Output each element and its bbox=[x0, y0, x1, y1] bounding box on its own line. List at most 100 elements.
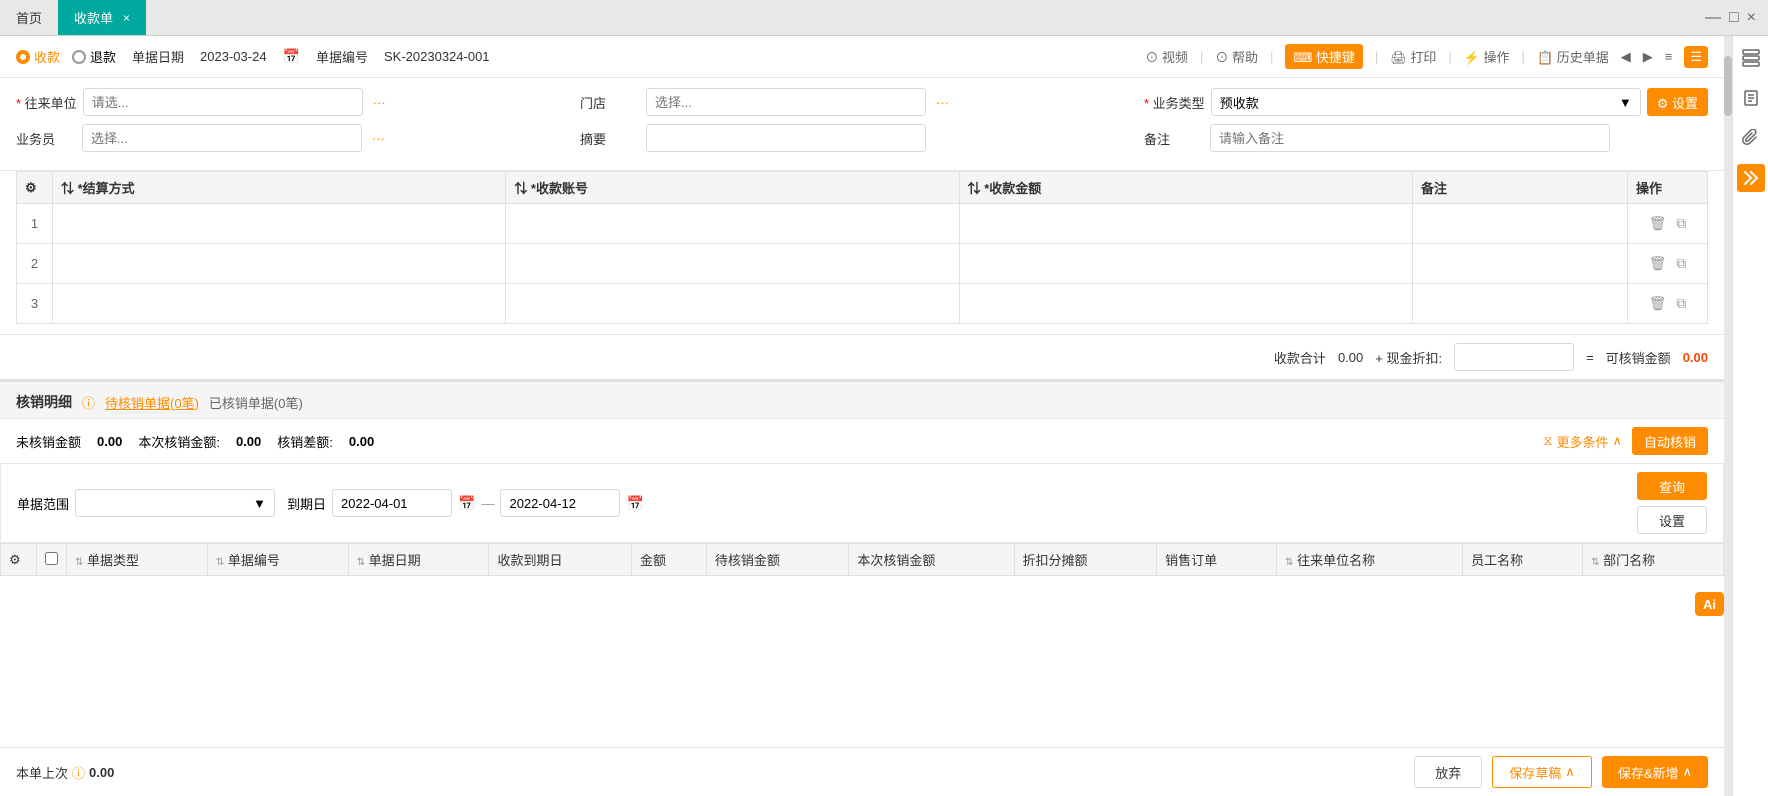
scrollbar-thumb[interactable] bbox=[1724, 56, 1732, 116]
chevron-down-icon: ▼ bbox=[1619, 95, 1632, 110]
sidebar-table-icon[interactable] bbox=[1737, 44, 1765, 72]
copy-icon-3[interactable]: ⧉ bbox=[1676, 295, 1686, 311]
done-tab[interactable]: 已核销单据(0笔) bbox=[209, 393, 303, 412]
store-input[interactable] bbox=[646, 88, 926, 116]
filter-settings-btn[interactable]: 设置 bbox=[1637, 506, 1707, 534]
window-close-icon[interactable]: × bbox=[1747, 9, 1756, 27]
form-fields: * 往来单位 ··· 门店 ··· * 业务类型 预收款 ▼ ⚙ 设置 业务员 bbox=[0, 78, 1724, 171]
amount-cell-2[interactable] bbox=[959, 244, 1412, 284]
sidebar-expand-icon[interactable] bbox=[1737, 164, 1765, 192]
col-discount: 折扣分摊额 bbox=[1014, 544, 1157, 576]
tab-active[interactable]: 收款单 × bbox=[58, 0, 146, 35]
sidebar-doc-icon[interactable] bbox=[1737, 84, 1765, 112]
grid-view-icon[interactable]: ☰ bbox=[1684, 46, 1708, 68]
video-btn[interactable]: ⊙ 视频 bbox=[1145, 47, 1188, 66]
bottom-checkbox-col[interactable] bbox=[37, 544, 67, 576]
account-cell-2[interactable] bbox=[506, 244, 959, 284]
bottom-table-settings[interactable]: ⚙ bbox=[1, 544, 37, 576]
col-sales-order: 销售订单 bbox=[1157, 544, 1277, 576]
summary-input[interactable] bbox=[646, 124, 926, 152]
date-to-input[interactable] bbox=[500, 489, 620, 517]
draft-button[interactable]: 保存草稿 ∧ bbox=[1492, 756, 1592, 788]
tab-close-icon[interactable]: × bbox=[123, 11, 130, 25]
row-num-3: 3 bbox=[17, 284, 53, 324]
store-more-btn[interactable]: ··· bbox=[932, 95, 953, 110]
remark-cell-2[interactable] bbox=[1412, 244, 1627, 284]
employee-input[interactable] bbox=[82, 124, 362, 152]
list-view-icon[interactable]: ≡ bbox=[1665, 49, 1673, 64]
delete-icon-1[interactable]: 🗑 bbox=[1649, 215, 1667, 231]
copy-icon-2[interactable]: ⧉ bbox=[1676, 255, 1686, 271]
footer-label: 本单上次 bbox=[16, 763, 68, 782]
employee-more-btn[interactable]: ··· bbox=[368, 131, 389, 146]
filter-icon: ⧖ bbox=[1543, 433, 1552, 449]
amount-cell-1[interactable] bbox=[959, 204, 1412, 244]
table-row: 2 🗑 ⧉ bbox=[17, 244, 1708, 284]
minimize-icon[interactable]: — bbox=[1705, 9, 1721, 27]
help-btn[interactable]: ⊙ 帮助 bbox=[1215, 47, 1258, 66]
account-cell-3[interactable] bbox=[506, 284, 959, 324]
business-type-select[interactable]: 预收款 ▼ bbox=[1211, 88, 1641, 116]
settlement-cell-1[interactable] bbox=[53, 204, 506, 244]
tab-home-label: 首页 bbox=[16, 8, 42, 27]
more-filters-btn[interactable]: ⧖ 更多条件 ∧ bbox=[1543, 432, 1622, 451]
pending-tab[interactable]: 待核销单据(0笔) bbox=[105, 393, 199, 412]
diff-value: 0.00 bbox=[349, 434, 374, 449]
col-dept-name: ⇅ 部门名称 bbox=[1583, 544, 1724, 576]
reconciliation-info-icon[interactable]: ⓘ bbox=[82, 393, 95, 412]
date-range-section: 单据范围 ▼ 到期日 📅 — 📅 查询 设置 bbox=[0, 463, 1724, 543]
radio-refund[interactable]: 退款 bbox=[72, 47, 116, 66]
remark-input[interactable] bbox=[1210, 124, 1610, 152]
remark-field: 备注 bbox=[1144, 124, 1708, 152]
settings-button[interactable]: ⚙ 设置 bbox=[1647, 88, 1708, 116]
partner-field: * 往来单位 ··· bbox=[16, 88, 580, 116]
date-from-input[interactable] bbox=[332, 489, 452, 517]
actions-cell-1: 🗑 ⧉ bbox=[1628, 204, 1708, 244]
maximize-icon[interactable]: □ bbox=[1729, 9, 1739, 27]
scrollbar[interactable] bbox=[1724, 36, 1732, 796]
sidebar-attachment-icon[interactable] bbox=[1737, 124, 1765, 152]
operations-btn[interactable]: ⚡ 操作 bbox=[1464, 47, 1510, 66]
account-cell-1[interactable] bbox=[506, 204, 959, 244]
date-to-calendar[interactable]: 📅 bbox=[626, 495, 643, 512]
total-label: 收款合计 bbox=[1274, 348, 1326, 367]
query-btn[interactable]: 查询 bbox=[1637, 472, 1707, 500]
prev-nav-icon[interactable]: ◀ bbox=[1621, 49, 1631, 65]
range-select[interactable]: ▼ bbox=[75, 489, 275, 517]
save-button[interactable]: 保存&新增 ∧ bbox=[1602, 756, 1708, 788]
date-calendar-icon[interactable]: 📅 bbox=[283, 48, 300, 65]
auto-reconcile-btn[interactable]: 自动核销 bbox=[1632, 427, 1708, 455]
business-type-value: 预收款 bbox=[1220, 93, 1259, 112]
store-label: 门店 bbox=[580, 93, 640, 112]
current-reconcile-value: 0.00 bbox=[236, 434, 261, 449]
footer-info-icon[interactable]: ⓘ bbox=[72, 763, 85, 782]
delete-icon-3[interactable]: 🗑 bbox=[1649, 295, 1667, 311]
ai-badge[interactable]: Ai bbox=[1695, 592, 1724, 616]
discount-input[interactable] bbox=[1454, 343, 1574, 371]
date-from-calendar[interactable]: 📅 bbox=[458, 495, 475, 512]
next-nav-icon[interactable]: ▶ bbox=[1643, 49, 1653, 65]
partner-input[interactable] bbox=[83, 88, 363, 116]
history-btn[interactable]: 📋 历史单据 bbox=[1537, 47, 1609, 66]
reconciliation-title: 核销明细 bbox=[16, 392, 72, 412]
print-btn[interactable]: 🖨 打印 bbox=[1390, 47, 1436, 66]
partner-more-btn[interactable]: ··· bbox=[369, 95, 390, 110]
table-container: ⚙ ⇅ *结算方式 ⇅ *收款账号 ⇅ *收款金额 备注 操作 1 bbox=[0, 171, 1724, 334]
amount-cell-3[interactable] bbox=[959, 284, 1412, 324]
settlement-cell-2[interactable] bbox=[53, 244, 506, 284]
field-row-2: 业务员 ··· 摘要 备注 bbox=[16, 124, 1708, 152]
select-all-checkbox[interactable] bbox=[45, 552, 58, 565]
copy-icon-1[interactable]: ⧉ bbox=[1676, 215, 1686, 231]
remark-cell-3[interactable] bbox=[1412, 284, 1627, 324]
draft-btn-label: 保存草稿 bbox=[1509, 763, 1561, 782]
discard-button[interactable]: 放弃 bbox=[1414, 756, 1482, 788]
date-range-separator: — bbox=[481, 496, 494, 511]
table-settings-header[interactable]: ⚙ bbox=[17, 172, 53, 204]
remark-cell-1[interactable] bbox=[1412, 204, 1627, 244]
settlement-cell-3[interactable] bbox=[53, 284, 506, 324]
tab-home[interactable]: 首页 bbox=[0, 0, 58, 35]
radio-receipt[interactable]: 收款 bbox=[16, 47, 60, 66]
delete-icon-2[interactable]: 🗑 bbox=[1649, 255, 1667, 271]
form-header: 收款 退款 单据日期 2023-03-24 📅 单据编号 SK-20230324… bbox=[0, 36, 1724, 78]
shortcut-btn[interactable]: ⌨ 快捷键 bbox=[1285, 44, 1362, 69]
